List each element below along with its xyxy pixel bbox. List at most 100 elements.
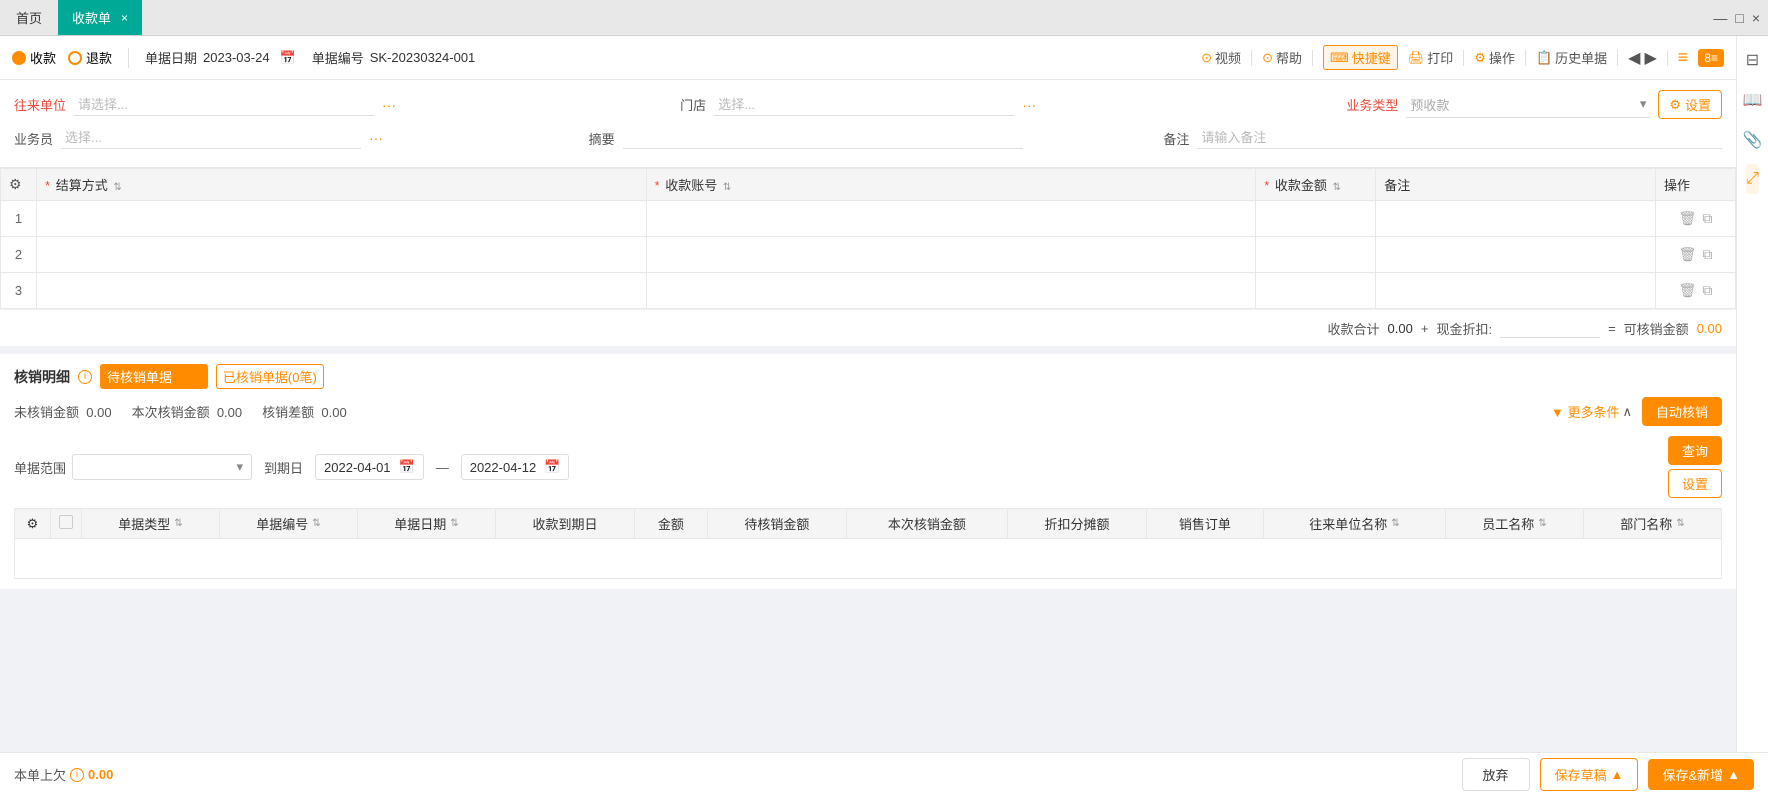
divider-4 xyxy=(1463,50,1464,66)
amount-cell[interactable] xyxy=(1256,201,1376,237)
view-toggle-btn[interactable]: 8≡ xyxy=(1698,49,1724,67)
tab-close-icon[interactable]: × xyxy=(121,11,128,25)
number-field: 单据编号 SK-20230324-001 xyxy=(312,48,476,67)
sort-type[interactable]: ⇅ xyxy=(174,518,182,529)
delete-icon[interactable]: 🗑 xyxy=(1679,282,1697,299)
counterpart-more-icon[interactable]: ··· xyxy=(382,97,396,113)
store-more-icon[interactable]: ··· xyxy=(1022,97,1036,113)
calendar-icon[interactable]: 📅 xyxy=(280,50,296,66)
summary-input[interactable] xyxy=(623,127,1023,149)
divider-7 xyxy=(1667,50,1668,66)
discount-input[interactable] xyxy=(1500,318,1600,338)
sort-staff[interactable]: ⇅ xyxy=(1538,518,1546,529)
tab-home[interactable]: 首页 xyxy=(0,0,58,35)
delete-icon[interactable]: 🗑 xyxy=(1679,246,1697,263)
account-cell[interactable] xyxy=(646,201,1256,237)
range-select[interactable]: ▾ xyxy=(72,454,252,480)
staff-input[interactable] xyxy=(61,127,361,149)
sort-dept[interactable]: ⇅ xyxy=(1676,518,1684,529)
shortcut-btn[interactable]: ⌨ 快捷键 xyxy=(1323,45,1398,70)
settle-cell[interactable] xyxy=(37,273,647,309)
clip-sidebar-icon[interactable]: 📎 xyxy=(1743,124,1763,156)
business-type-select[interactable]: 预收款 ▾ xyxy=(1406,92,1650,118)
setting-sm-btn[interactable]: 设置 xyxy=(1668,469,1722,498)
sort-num[interactable]: ⇅ xyxy=(312,518,320,529)
dth-discount: 折扣分摊额 xyxy=(1007,509,1146,539)
sort-counterpart[interactable]: ⇅ xyxy=(1391,518,1399,529)
remark-cell[interactable] xyxy=(1376,237,1656,273)
form-row-2: 业务员 ··· 摘要 备注 xyxy=(14,127,1722,149)
staff-more-icon[interactable]: ··· xyxy=(369,130,383,146)
maximize-icon[interactable]: □ xyxy=(1735,10,1743,26)
copy-icon[interactable]: ⧉ xyxy=(1702,210,1712,227)
radio-collection[interactable]: 收款 xyxy=(12,48,56,67)
amount-cell[interactable] xyxy=(1256,237,1376,273)
auto-cancel-btn[interactable]: 自动核销 xyxy=(1642,397,1722,426)
next-page-btn[interactable]: ▶ xyxy=(1644,48,1656,68)
copy-icon[interactable]: ⧉ xyxy=(1702,282,1712,299)
print-icon: 🖨 xyxy=(1408,50,1425,66)
row-num: 1 xyxy=(1,201,37,237)
total-value: 0.00 xyxy=(1388,321,1413,336)
info-icon[interactable]: i xyxy=(78,370,92,384)
save-draft-label: 保存草稿 xyxy=(1555,765,1607,784)
done-tab[interactable]: 已核销单据(0笔) xyxy=(216,364,324,389)
settings-label: 设置 xyxy=(1685,95,1711,114)
th-settle-sort[interactable]: ⇅ xyxy=(113,182,121,193)
help-btn[interactable]: ⊙ 帮助 xyxy=(1262,48,1302,67)
uncanceled-label: 未核销金额 xyxy=(14,405,79,420)
table-sidebar-icon[interactable]: ⊟ xyxy=(1746,44,1759,76)
print-btn[interactable]: 🖨 打印 xyxy=(1408,48,1454,67)
header-checkbox[interactable] xyxy=(59,515,73,529)
prev-page-btn[interactable]: ◀ xyxy=(1628,48,1640,68)
settle-cell[interactable] xyxy=(37,201,647,237)
tab-collection[interactable]: 收款单 × xyxy=(58,0,142,35)
sort-date[interactable]: ⇅ xyxy=(450,518,458,529)
settings-button[interactable]: ⚙ 设置 xyxy=(1658,90,1722,119)
operation-btn[interactable]: ⚙ 操作 xyxy=(1474,48,1515,67)
remark-label: 备注 xyxy=(1163,129,1189,148)
discard-btn[interactable]: 放弃 xyxy=(1462,758,1530,791)
query-btn[interactable]: 查询 xyxy=(1668,436,1722,465)
content-area: 收款 退款 单据日期 2023-03-24 📅 单据编号 SK-20230324… xyxy=(0,36,1736,752)
dth-dept: 部门名称⇅ xyxy=(1583,509,1721,539)
date-start-input[interactable]: 2022-04-01 📅 xyxy=(315,454,424,480)
amount-cell[interactable] xyxy=(1256,273,1376,309)
info-circle-footer[interactable]: i xyxy=(70,768,84,782)
history-btn[interactable]: 📋 历史单据 xyxy=(1536,48,1607,67)
dth-cb[interactable] xyxy=(51,509,82,539)
summary-bar: 收款合计 0.00 + 现金折扣: = 可核销金额 0.00 xyxy=(0,309,1736,346)
delete-icon[interactable]: 🗑 xyxy=(1679,210,1697,227)
date-end-value: 2022-04-12 xyxy=(470,460,537,475)
pending-tab[interactable]: 待核销单据(0笔) xyxy=(100,364,208,389)
store-input[interactable] xyxy=(714,94,1014,116)
gear-icon[interactable]: ⚙ xyxy=(9,176,22,192)
form-area: 往来单位 ··· 门店 ··· 业务类型 预收款 ▾ ⚙ xyxy=(0,80,1736,168)
counterpart-input[interactable] xyxy=(74,94,374,116)
th-amount-sort[interactable]: ⇅ xyxy=(1333,182,1341,193)
th-account: * 收款账号 ⇅ xyxy=(646,169,1256,201)
th-gear[interactable]: ⚙ xyxy=(1,169,37,201)
account-cell[interactable] xyxy=(646,273,1256,309)
settle-cell[interactable] xyxy=(37,237,647,273)
copy-icon[interactable]: ⧉ xyxy=(1702,246,1712,263)
minimize-icon[interactable]: — xyxy=(1713,10,1727,26)
remark-cell[interactable] xyxy=(1376,201,1656,237)
video-btn[interactable]: ⊙ 视频 xyxy=(1201,48,1241,67)
gear-small-icon[interactable]: ⚙ xyxy=(27,516,39,531)
book-sidebar-icon[interactable]: 📖 xyxy=(1743,84,1763,116)
dth-sales-order: 销售订单 xyxy=(1146,509,1263,539)
save-draft-btn[interactable]: 保存草稿 ▲ xyxy=(1540,758,1639,791)
date-end-input[interactable]: 2022-04-12 📅 xyxy=(461,454,570,480)
close-window-icon[interactable]: × xyxy=(1752,10,1760,26)
radio-refund[interactable]: 退款 xyxy=(68,48,112,67)
more-conditions-btn[interactable]: ▼ 更多条件 ∧ xyxy=(1551,402,1632,421)
th-account-sort[interactable]: ⇅ xyxy=(723,182,731,193)
list-view-icon[interactable]: ≡ xyxy=(1678,47,1689,68)
save-new-btn[interactable]: 保存&新增 ▲ xyxy=(1648,759,1754,790)
account-cell[interactable] xyxy=(646,237,1256,273)
remark-cell[interactable] xyxy=(1376,273,1656,309)
expand-sidebar-icon[interactable]: ⤢ xyxy=(1746,164,1759,194)
dth-gear[interactable]: ⚙ xyxy=(15,509,51,539)
remark-input[interactable] xyxy=(1197,127,1722,149)
